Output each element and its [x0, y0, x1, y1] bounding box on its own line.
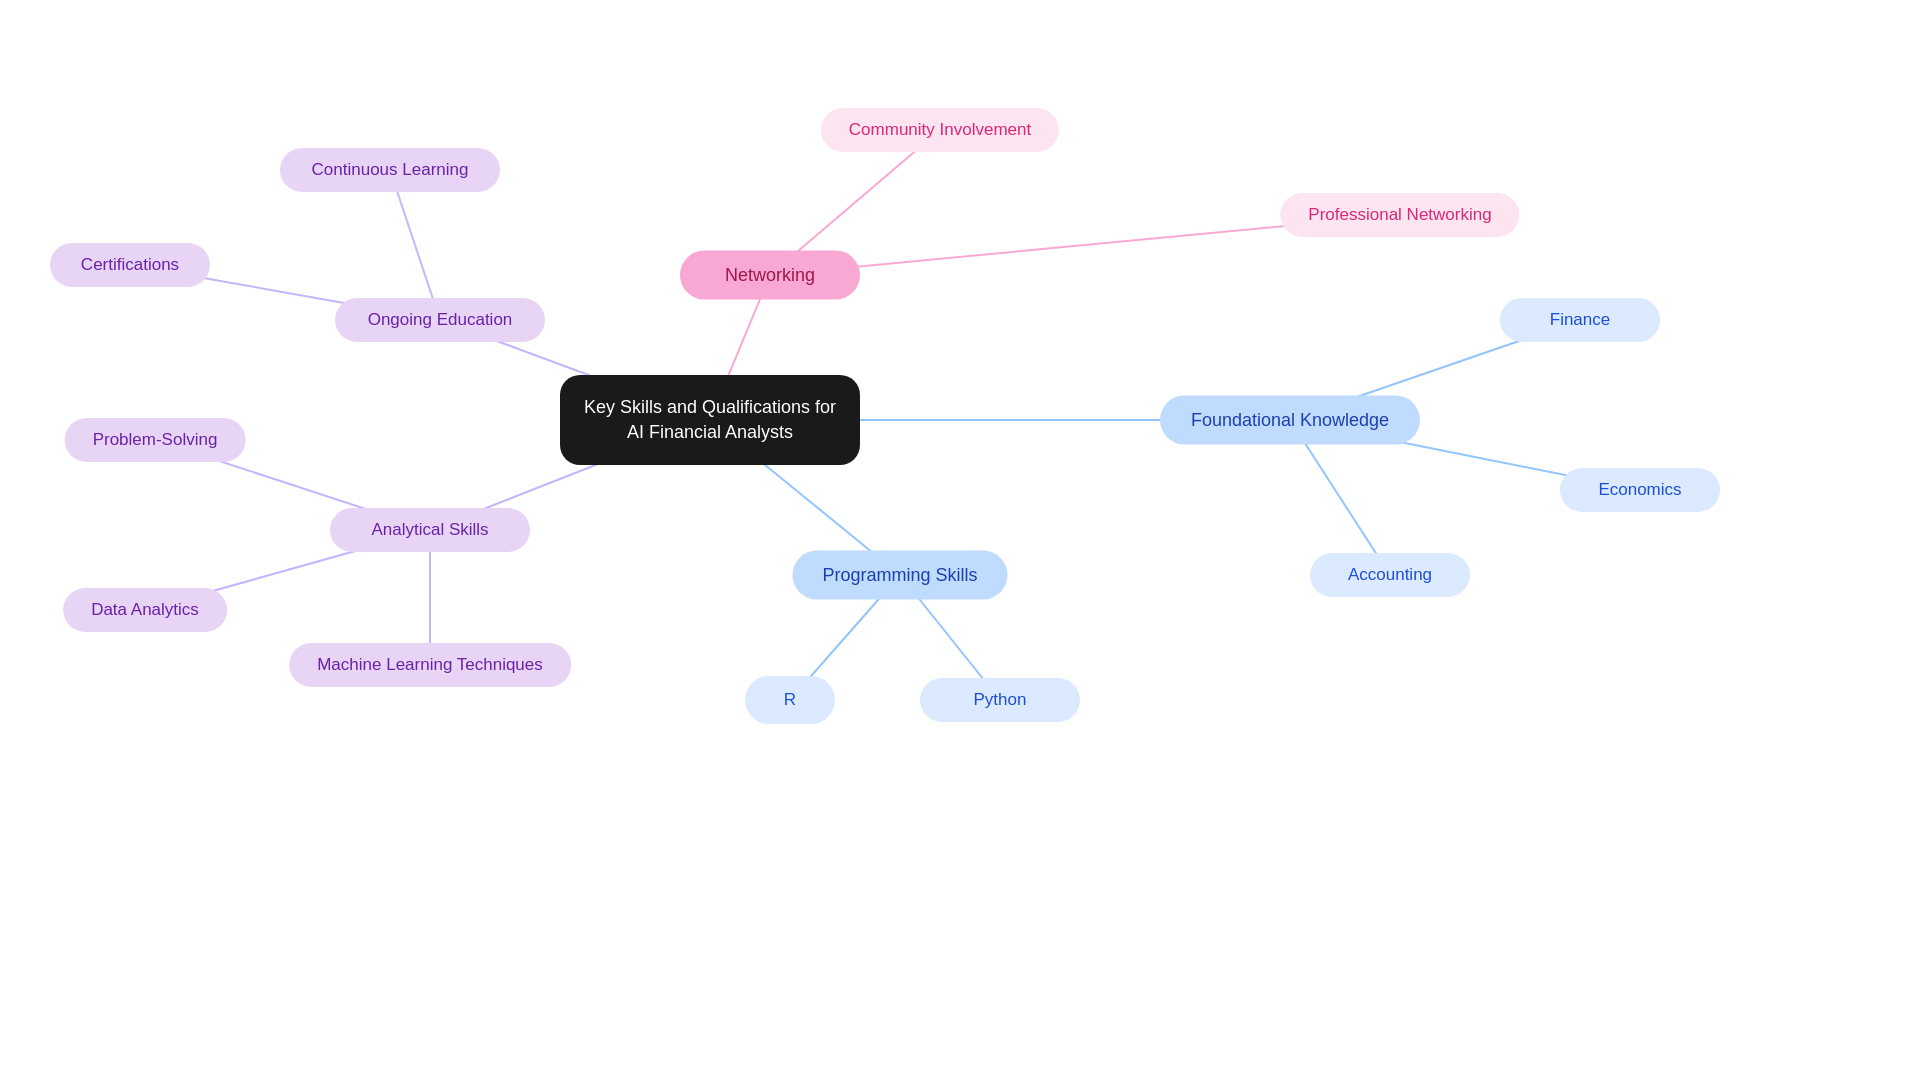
networking-label: Networking	[725, 265, 815, 286]
machine-learning-node[interactable]: Machine Learning Techniques	[289, 643, 571, 687]
foundational-knowledge-node[interactable]: Foundational Knowledge	[1160, 396, 1420, 445]
economics-label: Economics	[1598, 480, 1681, 500]
ongoing-education-label: Ongoing Education	[368, 310, 513, 330]
finance-node[interactable]: Finance	[1500, 298, 1660, 342]
accounting-node[interactable]: Accounting	[1310, 553, 1470, 597]
programming-skills-label: Programming Skills	[822, 565, 977, 586]
community-involvement-label: Community Involvement	[849, 120, 1031, 140]
certifications-node[interactable]: Certifications	[50, 243, 210, 287]
finance-label: Finance	[1550, 310, 1610, 330]
analytical-skills-label: Analytical Skills	[371, 520, 488, 540]
analytical-skills-node[interactable]: Analytical Skills	[330, 508, 530, 552]
center-node-label: Key Skills and Qualifications forAI Fina…	[584, 395, 836, 445]
professional-networking-node[interactable]: Professional Networking	[1280, 193, 1519, 237]
data-analytics-label: Data Analytics	[91, 600, 199, 620]
problem-solving-node[interactable]: Problem-Solving	[65, 418, 246, 462]
r-label: R	[784, 690, 796, 710]
programming-skills-node[interactable]: Programming Skills	[792, 551, 1007, 600]
economics-node[interactable]: Economics	[1560, 468, 1720, 512]
machine-learning-label: Machine Learning Techniques	[317, 655, 543, 675]
center-node[interactable]: Key Skills and Qualifications forAI Fina…	[560, 375, 860, 465]
community-involvement-node[interactable]: Community Involvement	[821, 108, 1059, 152]
accounting-label: Accounting	[1348, 565, 1432, 585]
foundational-knowledge-label: Foundational Knowledge	[1191, 410, 1389, 431]
python-node[interactable]: Python	[920, 678, 1080, 722]
data-analytics-node[interactable]: Data Analytics	[63, 588, 227, 632]
networking-node[interactable]: Networking	[680, 251, 860, 300]
professional-networking-label: Professional Networking	[1308, 205, 1491, 225]
ongoing-education-node[interactable]: Ongoing Education	[335, 298, 545, 342]
certifications-label: Certifications	[81, 255, 179, 275]
problem-solving-label: Problem-Solving	[93, 430, 218, 450]
continuous-learning-node[interactable]: Continuous Learning	[280, 148, 500, 192]
continuous-learning-label: Continuous Learning	[312, 160, 469, 180]
python-label: Python	[974, 690, 1027, 710]
r-node[interactable]: R	[745, 676, 835, 724]
